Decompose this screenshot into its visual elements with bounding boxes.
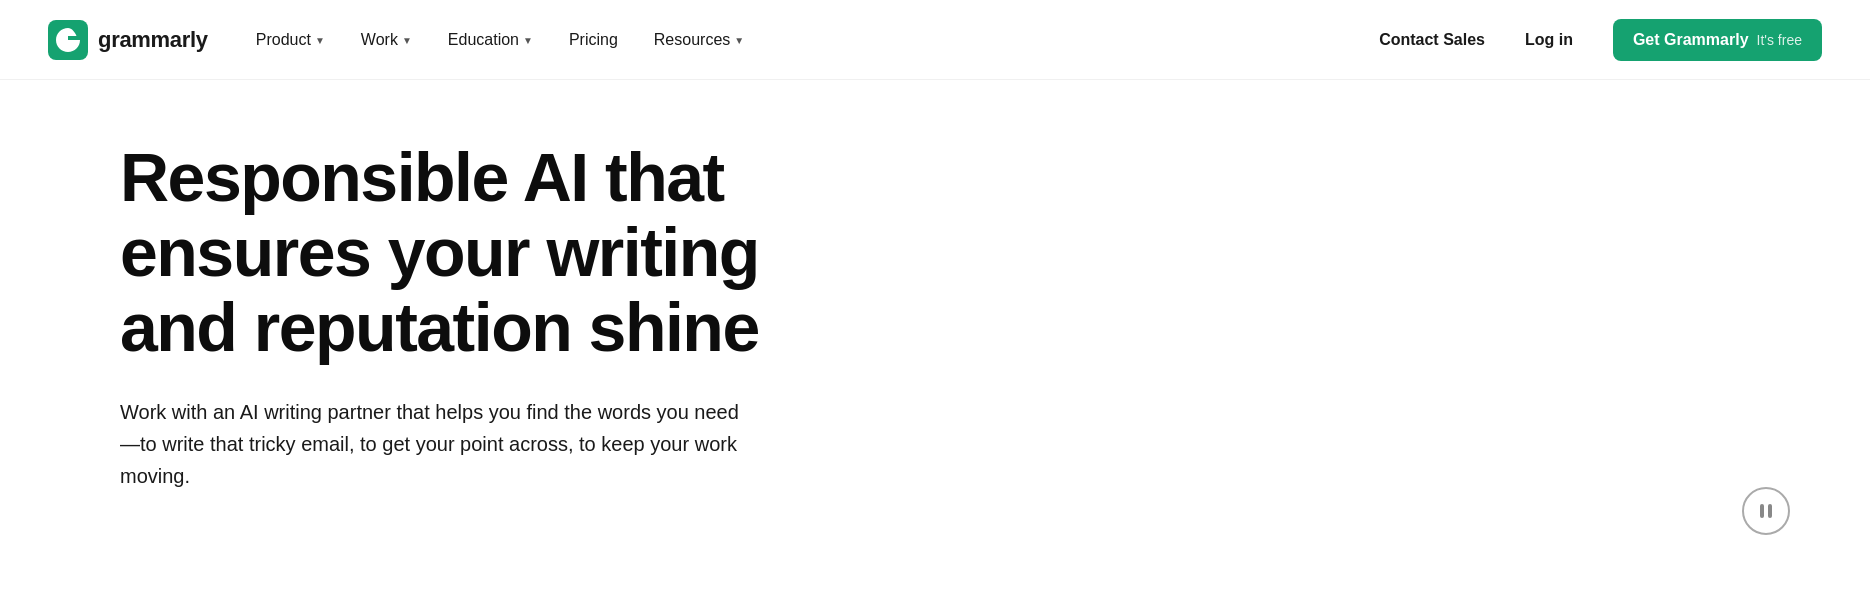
cta-main-label: Get Grammarly — [1633, 31, 1749, 49]
pause-icon — [1760, 504, 1772, 518]
get-grammarly-button[interactable]: Get Grammarly It's free — [1613, 19, 1822, 61]
logo[interactable]: grammarly — [48, 20, 208, 60]
grammarly-logo-icon — [48, 20, 88, 60]
hero-section: Responsible AI that ensures your writing… — [0, 80, 900, 552]
chevron-down-icon: ▼ — [734, 35, 744, 46]
chevron-down-icon: ▼ — [315, 35, 325, 46]
hero-subtitle: Work with an AI writing partner that hel… — [120, 396, 740, 492]
nav-item-education[interactable]: Education ▼ — [432, 23, 549, 57]
nav-left: grammarly Product ▼ Work ▼ Education ▼ P… — [48, 20, 760, 60]
chevron-down-icon: ▼ — [523, 35, 533, 46]
contact-sales-link[interactable]: Contact Sales — [1379, 31, 1485, 49]
nav-links: Product ▼ Work ▼ Education ▼ Pricing Res… — [240, 23, 760, 57]
nav-product-label: Product — [256, 31, 311, 49]
nav-item-resources[interactable]: Resources ▼ — [638, 23, 760, 57]
chevron-down-icon: ▼ — [402, 35, 412, 46]
cta-sub-label: It's free — [1757, 32, 1802, 48]
nav-resources-label: Resources — [654, 31, 730, 49]
nav-right: Contact Sales Log in Get Grammarly It's … — [1379, 19, 1822, 61]
nav-item-product[interactable]: Product ▼ — [240, 23, 341, 57]
navbar: grammarly Product ▼ Work ▼ Education ▼ P… — [0, 0, 1870, 80]
nav-item-work[interactable]: Work ▼ — [345, 23, 428, 57]
logo-text: grammarly — [98, 27, 208, 53]
login-button[interactable]: Log in — [1509, 23, 1589, 57]
nav-work-label: Work — [361, 31, 398, 49]
nav-education-label: Education — [448, 31, 519, 49]
nav-item-pricing[interactable]: Pricing — [553, 23, 634, 57]
hero-title: Responsible AI that ensures your writing… — [120, 140, 780, 364]
pause-animation-button[interactable] — [1742, 487, 1790, 535]
nav-pricing-label: Pricing — [569, 31, 618, 49]
